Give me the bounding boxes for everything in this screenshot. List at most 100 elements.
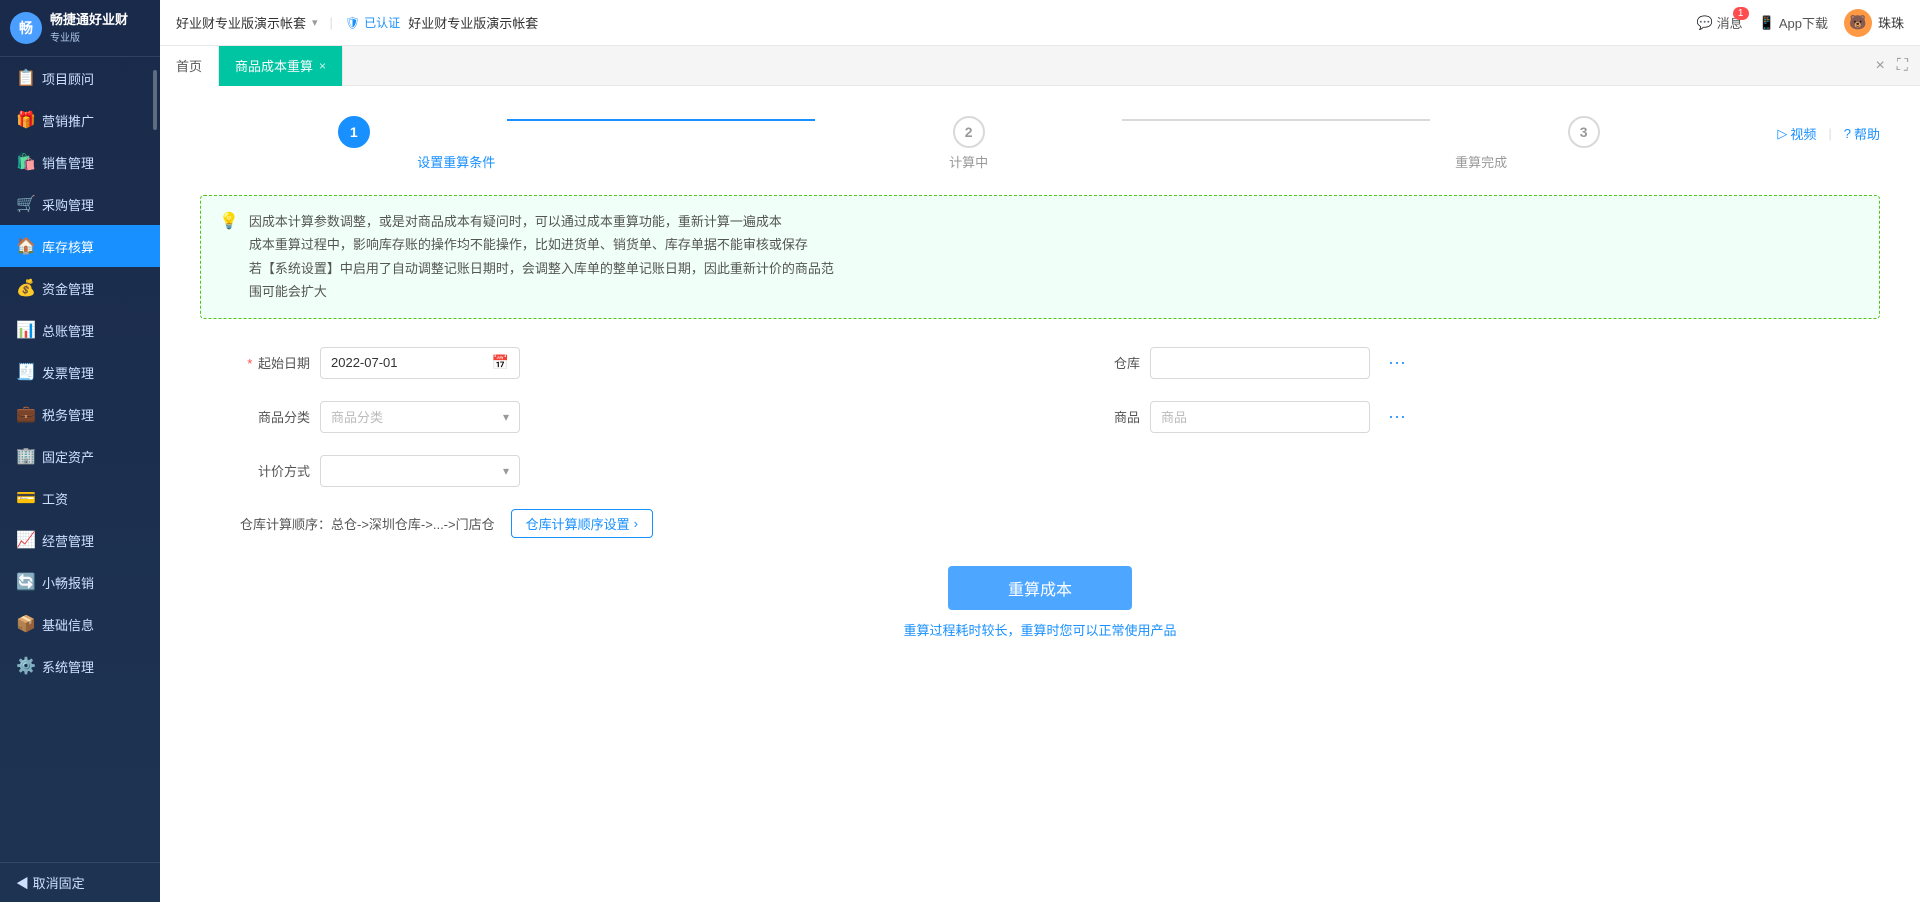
stepper-header: 1 2 3 设置重算条件 — [200, 116, 1880, 171]
sidebar-item-finance[interactable]: 💰 资金管理 — [0, 267, 160, 309]
sidebar-item-system[interactable]: ⚙️ 系统管理 — [0, 645, 160, 687]
sidebar: 畅 畅捷通好业财 专业版 📋 项目顾问 🎁 营销推广 🛍️ 销售管理 🛒 采购管… — [0, 0, 160, 902]
step-connector-2 — [1122, 119, 1429, 121]
warehouse-field: 仓库 ··· — [1010, 347, 1840, 379]
sidebar-item-inventory[interactable]: 🏠 库存核算 — [0, 225, 160, 267]
purchase-icon: 🛒 — [16, 194, 34, 214]
app-download-button[interactable]: 📱 App下载 — [1759, 13, 1828, 32]
goods-more-button[interactable]: ··· — [1388, 406, 1406, 427]
pricing-label: 计价方式 — [240, 461, 310, 480]
step-2: 2 — [815, 116, 1122, 148]
sidebar-item-operation[interactable]: 📈 经营管理 — [0, 519, 160, 561]
sidebar-item-asset[interactable]: 🏢 固定资产 — [0, 435, 160, 477]
message-badge: 1 — [1733, 7, 1749, 20]
sidebar-item-project[interactable]: 📋 项目顾问 — [0, 57, 160, 99]
category-field: 商品分类 商品分类 ▾ — [240, 401, 1010, 433]
logo-text: 畅捷通好业财 专业版 — [50, 12, 128, 44]
warehouse-label: 仓库 — [1070, 353, 1140, 372]
play-icon: ▷ — [1777, 126, 1787, 142]
operation-icon: 📈 — [16, 530, 34, 550]
sidebar-item-purchase[interactable]: 🛒 采购管理 — [0, 183, 160, 225]
start-date-input[interactable]: 2022-07-01 📅 — [320, 347, 520, 379]
sidebar-unpin-button[interactable]: ◀ 取消固定 — [0, 862, 160, 902]
sidebar-item-sales[interactable]: 🛍️ 销售管理 — [0, 141, 160, 183]
start-date-field: * 起始日期 2022-07-01 📅 — [240, 347, 1010, 379]
sidebar-item-accounting[interactable]: 📊 总账管理 — [0, 309, 160, 351]
question-icon: ? — [1844, 126, 1851, 141]
tab-recalc[interactable]: 商品成本重算 × — [219, 46, 343, 86]
account-selector[interactable]: 好业财专业版演示帐套 ▾ — [176, 13, 318, 32]
tax-icon: 💼 — [16, 404, 34, 424]
step-1-circle: 1 — [338, 116, 370, 148]
message-icon: 💬 — [1696, 15, 1712, 31]
help-link[interactable]: ? 帮助 — [1844, 124, 1880, 143]
goods-input[interactable]: 商品 — [1150, 401, 1370, 433]
recalc-hint: 重算过程耗时较长，重算时您可以正常使用产品 — [903, 620, 1176, 639]
category-chevron-icon: ▾ — [503, 410, 509, 424]
notice-box: 💡 因成本计算参数调整，或是对商品成本有疑问时，可以通过成本重算功能，重新计算一… — [200, 195, 1880, 319]
pricing-chevron-icon: ▾ — [503, 464, 509, 478]
message-button[interactable]: 💬 消息 1 — [1696, 13, 1742, 32]
warehouse-input[interactable] — [1150, 347, 1370, 379]
system-icon: ⚙️ — [16, 656, 34, 676]
category-select[interactable]: 商品分类 ▾ — [320, 401, 520, 433]
form-section: * 起始日期 2022-07-01 📅 仓库 ··· — [200, 347, 1880, 538]
sidebar-item-expense[interactable]: 🔄 小畅报销 — [0, 561, 160, 603]
shield-icon: 🛡 — [345, 16, 360, 30]
marketing-icon: 🎁 — [16, 110, 34, 130]
username: 珠珠 — [1878, 13, 1904, 32]
video-link[interactable]: ▷ 视频 — [1777, 124, 1816, 143]
start-date-label: * 起始日期 — [240, 353, 310, 372]
form-row-3: 计价方式 ▾ — [240, 455, 1840, 487]
base-icon: 📦 — [16, 614, 34, 634]
expand-window-button[interactable]: ⛶ — [1897, 57, 1908, 75]
invoice-icon: 🧾 — [16, 362, 34, 382]
sidebar-item-tax[interactable]: 💼 税务管理 — [0, 393, 160, 435]
account-name: 好业财专业版演示帐套 — [176, 13, 306, 32]
calendar-icon: 📅 — [492, 354, 509, 371]
goods-field: 商品 商品 ··· — [1010, 401, 1840, 433]
warehouse-order-row: 仓库计算顺序：总仓->深圳仓库->...->门店仓 仓库计算顺序设置 › — [240, 509, 1840, 538]
sidebar-item-invoice[interactable]: 🧾 发票管理 — [0, 351, 160, 393]
close-window-button[interactable]: × — [1875, 57, 1884, 75]
tab-close-button[interactable]: × — [319, 59, 326, 73]
sidebar-scroll: 📋 项目顾问 🎁 营销推广 🛍️ 销售管理 🛒 采购管理 🏠 库存核算 💰 资金… — [0, 57, 160, 862]
form-row-2: 商品分类 商品分类 ▾ 商品 商品 ··· — [240, 401, 1840, 433]
inventory-icon: 🏠 — [16, 236, 34, 256]
category-label: 商品分类 — [240, 407, 310, 426]
step-2-circle: 2 — [953, 116, 985, 148]
recalc-section: 重算成本 重算过程耗时较长，重算时您可以正常使用产品 — [200, 566, 1880, 639]
finance-icon: 💰 — [16, 278, 34, 298]
tab-home[interactable]: 首页 — [160, 46, 219, 86]
user-menu[interactable]: 🐻 珠珠 — [1844, 9, 1904, 37]
arrow-right-icon: › — [634, 516, 638, 531]
sidebar-logo: 畅 畅捷通好业财 专业版 — [0, 0, 160, 57]
warehouse-order-settings-button[interactable]: 仓库计算顺序设置 › — [511, 509, 653, 538]
step-3-label: 重算完成 — [1455, 155, 1507, 170]
bulb-icon: 💡 — [219, 211, 239, 304]
sidebar-item-salary[interactable]: 💳 工资 — [0, 477, 160, 519]
step-3: 3 — [1430, 116, 1737, 148]
sidebar-item-marketing[interactable]: 🎁 营销推广 — [0, 99, 160, 141]
form-row-1: * 起始日期 2022-07-01 📅 仓库 ··· — [240, 347, 1840, 379]
accounting-icon: 📊 — [16, 320, 34, 340]
tabbar: 首页 商品成本重算 × × ⛶ — [160, 46, 1920, 86]
sales-icon: 🛍️ — [16, 152, 34, 172]
warehouse-more-button[interactable]: ··· — [1388, 352, 1406, 373]
step-3-circle: 3 — [1568, 116, 1600, 148]
stepper: 1 2 3 设置重算条件 — [200, 116, 1737, 171]
step-1-label: 设置重算条件 — [417, 155, 495, 170]
goods-label: 商品 — [1070, 407, 1140, 426]
topbar-divider: | — [330, 15, 333, 30]
step-2-label: 计算中 — [949, 155, 988, 170]
recalc-button[interactable]: 重算成本 — [948, 566, 1132, 610]
sidebar-item-base[interactable]: 📦 基础信息 — [0, 603, 160, 645]
salary-icon: 💳 — [16, 488, 34, 508]
expense-icon: 🔄 — [16, 572, 34, 592]
scroll-indicator — [150, 60, 160, 862]
project-icon: 📋 — [16, 68, 34, 88]
avatar: 🐻 — [1844, 9, 1872, 37]
topbar: 好业财专业版演示帐套 ▾ | 🛡 已认证 好业财专业版演示帐套 💬 消息 1 📱… — [160, 0, 1920, 46]
pricing-select[interactable]: ▾ — [320, 455, 520, 487]
notice-text: 因成本计算参数调整，或是对商品成本有疑问时，可以通过成本重算功能，重新计算一遍成… — [249, 210, 834, 304]
